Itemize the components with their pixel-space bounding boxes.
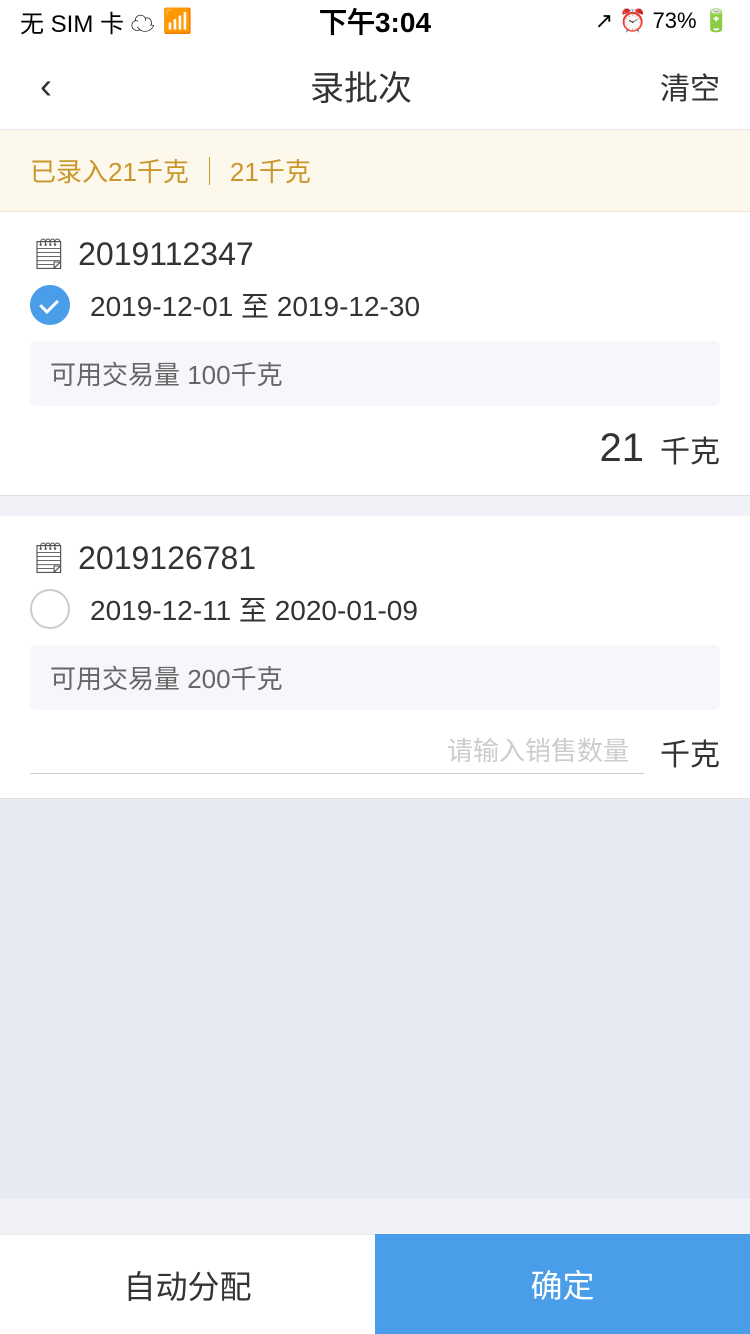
batch1-id: 2019112347	[78, 236, 254, 273]
nav-bar: ‹ 录批次 清空	[0, 42, 750, 130]
batch2-id-row: 🗒 2019126781	[30, 540, 720, 577]
status-time: 下午3:04	[319, 1, 431, 41]
batch1-radio[interactable]	[30, 285, 70, 325]
batch1-qty-unit: 千克	[660, 427, 720, 471]
page-title: 录批次	[310, 61, 412, 110]
batch1-date-row[interactable]: 2019-12-01 至 2019-12-30	[30, 285, 720, 325]
empty-area	[0, 799, 750, 1199]
clear-button[interactable]: 清空	[660, 64, 720, 108]
batch1-qty-value: 21	[600, 426, 645, 471]
batch2-qty-row[interactable]: 千克	[0, 710, 750, 799]
batch2-qty-unit: 千克	[660, 730, 720, 774]
batch2-id: 2019126781	[78, 540, 256, 577]
summary-amount: 21千克	[230, 152, 311, 189]
confirm-button[interactable]: 确定	[375, 1234, 750, 1334]
status-right: ↗ ⏰ 73% 🔋	[595, 8, 730, 34]
battery-icon: 🔋	[703, 8, 730, 34]
bottom-buttons: 自动分配 确定	[0, 1234, 750, 1334]
batch1-date: 2019-12-01 至 2019-12-30	[90, 285, 420, 325]
alarm-icon: ⏰	[619, 8, 646, 34]
card-separator-1	[0, 496, 750, 516]
summary-divider	[209, 157, 210, 185]
batch1-available-qty: 可用交易量 100千克	[30, 341, 720, 406]
batch2-doc-icon: 🗒	[30, 541, 68, 576]
batch2-available-qty: 可用交易量 200千克	[30, 645, 720, 710]
batch2-date-row[interactable]: 2019-12-11 至 2020-01-09	[30, 589, 720, 629]
status-bar: 无 SIM 卡 ☁ 📶 下午3:04 ↗ ⏰ 73% 🔋	[0, 0, 750, 42]
batch2-qty-input[interactable]	[444, 730, 644, 769]
back-button[interactable]: ‹	[30, 55, 62, 117]
no-sim-text: 无 SIM 卡 ☁	[20, 4, 155, 39]
status-left: 无 SIM 卡 ☁ 📶	[20, 4, 193, 39]
wifi-icon: 📶	[163, 7, 193, 36]
battery-text: 73%	[653, 8, 697, 34]
recorded-label: 已录入21千克	[30, 152, 189, 189]
batch1-qty-row: 21 千克	[0, 406, 750, 496]
batch-card-1: 🗒 2019112347 2019-12-01 至 2019-12-30 可用交…	[0, 212, 750, 496]
location-icon: ↗	[595, 8, 613, 34]
batch-card-2: 🗒 2019126781 2019-12-11 至 2020-01-09 可用交…	[0, 516, 750, 799]
batch2-date: 2019-12-11 至 2020-01-09	[90, 589, 418, 629]
batch1-id-row: 🗒 2019112347	[30, 236, 720, 273]
batch1-doc-icon: 🗒	[30, 237, 68, 272]
auto-distribute-button[interactable]: 自动分配	[0, 1234, 375, 1334]
batch2-radio[interactable]	[30, 589, 70, 629]
summary-banner: 已录入21千克 21千克	[0, 130, 750, 212]
